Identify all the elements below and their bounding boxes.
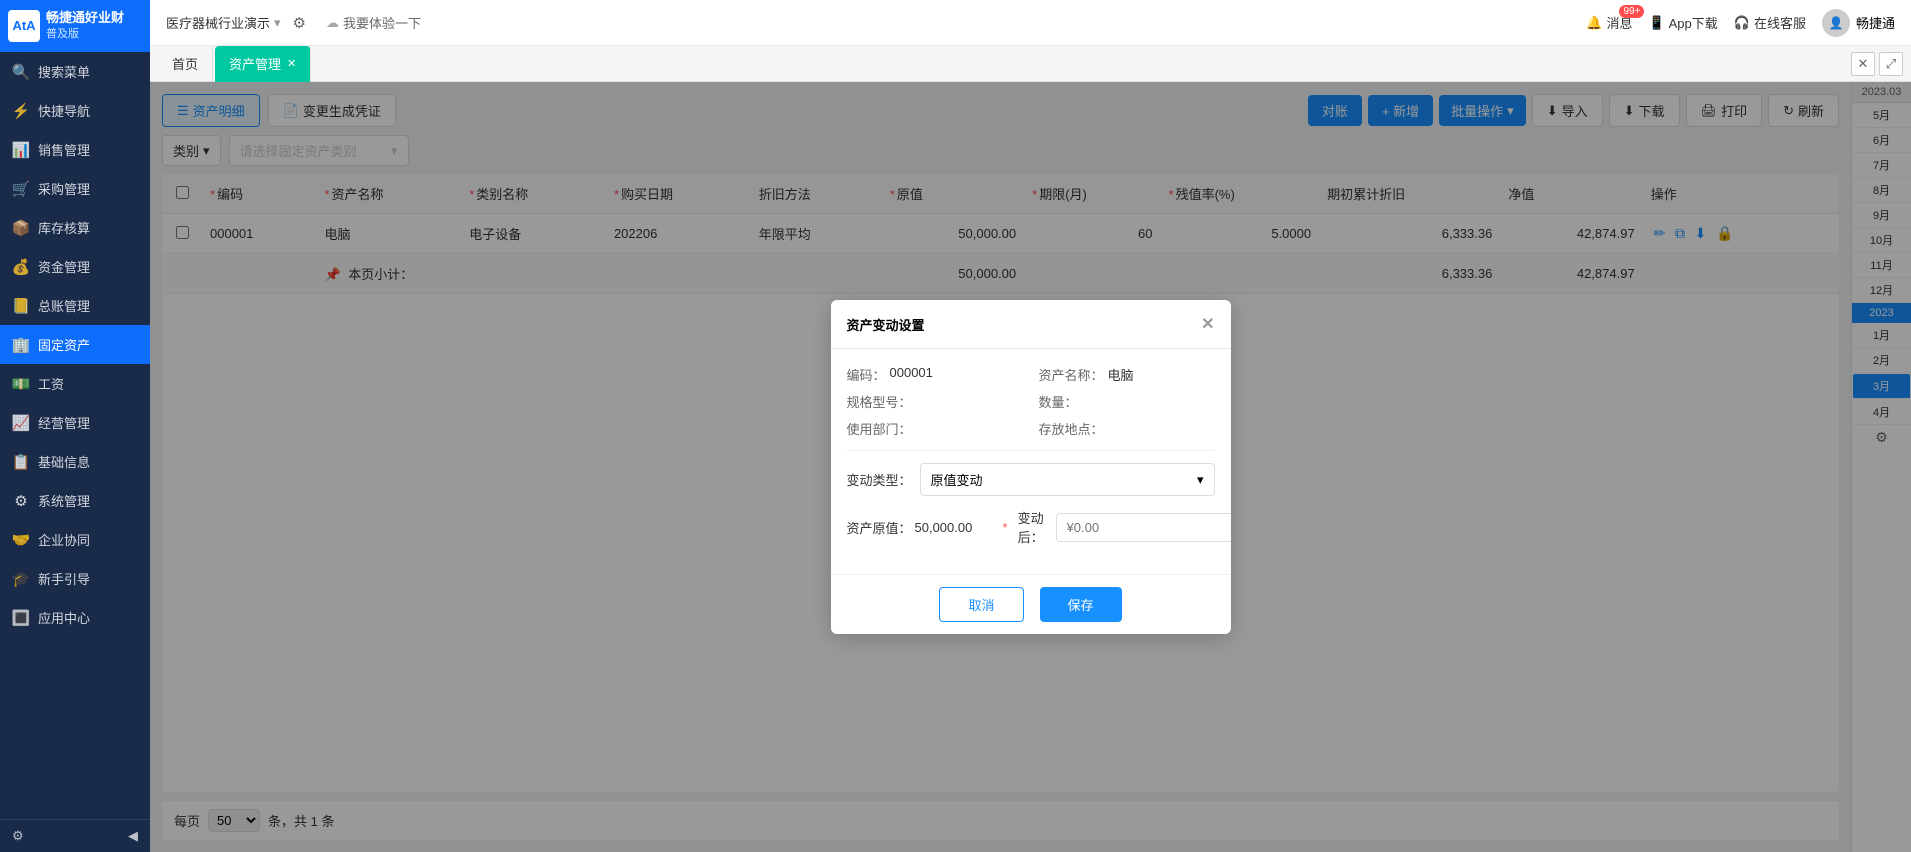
search-icon: 🔍 xyxy=(12,63,30,81)
username: 畅捷通 xyxy=(1856,13,1895,32)
sidebar-item-basic-info[interactable]: 📋 基础信息 xyxy=(0,442,150,481)
company-title: 医疗器械行业演示 ▾ xyxy=(166,13,281,32)
sidebar-scroll: 🔍 搜索菜单 ⚡ 快捷导航 📊 销售管理 🛒 采购管理 📦 库存核算 💰 资金管… xyxy=(0,52,150,819)
sidebar-item-purchase[interactable]: 🛒 采购管理 xyxy=(0,169,150,208)
change-type-select[interactable]: 原值变动 ▾ xyxy=(920,463,1215,496)
company-name: 医疗器械行业演示 xyxy=(166,13,270,32)
after-change-input[interactable] xyxy=(1056,513,1231,542)
notification-item[interactable]: 🔔 消息 99+ xyxy=(1586,13,1632,32)
topbar-right: 🔔 消息 99+ 📱 App下载 🎧 在线客服 👤 畅捷通 xyxy=(1586,9,1895,37)
sidebar-item-ledger[interactable]: 📒 总账管理 xyxy=(0,286,150,325)
tab-home[interactable]: 首页 xyxy=(158,46,213,82)
dialog-spec: 规格型号： xyxy=(847,392,1023,411)
change-type-value: 原值变动 xyxy=(931,470,983,489)
asset-value-display: 50,000.00 xyxy=(915,520,995,535)
app-download-item[interactable]: 📱 App下载 xyxy=(1648,13,1717,32)
dialog-body: 编码： 000001 资产名称： 电脑 规格型号： 数量： xyxy=(831,349,1231,574)
content-area: ☰ 资产明细 📄 变更生成凭证 对账 + 新增 批量操作 ▾ xyxy=(150,82,1911,852)
system-icon: ⚙ xyxy=(12,492,30,510)
experience-area: ☁ 我要体验一下 xyxy=(326,13,421,32)
sidebar: AtA 畅捷通好业财 普及版 🔍 搜索菜单 ⚡ 快捷导航 📊 销售管理 🛒 采购… xyxy=(0,0,150,852)
tabbar-controls: ✕ ⤢ xyxy=(1851,52,1911,76)
experience-icon: ☁ xyxy=(326,15,339,31)
sidebar-item-system[interactable]: ⚙ 系统管理 xyxy=(0,481,150,520)
tab-close-btn[interactable]: ✕ xyxy=(1851,52,1875,76)
customer-service-icon: 🎧 xyxy=(1734,15,1750,31)
enterprise-icon: 🤝 xyxy=(12,531,30,549)
dialog-location: 存放地点： xyxy=(1039,419,1215,438)
operations-icon: 📈 xyxy=(12,414,30,432)
change-type-label: 变动类型： xyxy=(847,470,912,489)
tab-close-icon[interactable]: ✕ xyxy=(287,57,296,70)
main-area: 医疗器械行业演示 ▾ ⚙ ☁ 我要体验一下 🔔 消息 99+ 📱 App下载 🎧… xyxy=(150,0,1911,852)
cancel-button[interactable]: 取消 xyxy=(939,587,1023,622)
topbar: 医疗器械行业演示 ▾ ⚙ ☁ 我要体验一下 🔔 消息 99+ 📱 App下载 🎧… xyxy=(150,0,1911,46)
dialog-close-button[interactable]: ✕ xyxy=(1201,314,1214,334)
inventory-icon: 📦 xyxy=(12,219,30,237)
dropdown-icon[interactable]: ▾ xyxy=(274,15,281,31)
notification-badge: 99+ xyxy=(1619,5,1644,18)
salary-icon: 💵 xyxy=(12,375,30,393)
ledger-icon: 📒 xyxy=(12,297,30,315)
dialog-code: 编码： 000001 xyxy=(847,365,1023,384)
app-center-icon: 🔳 xyxy=(12,609,30,627)
sidebar-item-search[interactable]: 🔍 搜索菜单 xyxy=(0,52,150,91)
sidebar-item-salary[interactable]: 💵 工资 xyxy=(0,364,150,403)
sidebar-item-enterprise[interactable]: 🤝 企业协同 xyxy=(0,520,150,559)
basic-info-icon: 📋 xyxy=(12,453,30,471)
customer-service-label: 在线客服 xyxy=(1754,13,1806,32)
sidebar-bottom: ⚙ ◀ xyxy=(0,819,150,852)
sidebar-item-operations[interactable]: 📈 经营管理 xyxy=(0,403,150,442)
asset-value-row: 资产原值： 50,000.00 * 变动后： xyxy=(847,508,1215,546)
change-type-row: 变动类型： 原值变动 ▾ xyxy=(847,463,1215,496)
dialog-quantity: 数量： xyxy=(1039,392,1215,411)
logo-text: 畅捷通好业财 xyxy=(46,10,124,27)
fixed-assets-icon: 🏢 xyxy=(12,336,30,354)
app-download-label: App下载 xyxy=(1669,13,1718,32)
user-area[interactable]: 👤 畅捷通 xyxy=(1822,9,1895,37)
notification-icon: 🔔 xyxy=(1586,15,1602,31)
tabbar: 首页 资产管理 ✕ ✕ ⤢ xyxy=(150,46,1911,82)
customer-service-item[interactable]: 🎧 在线客服 xyxy=(1734,13,1806,32)
sidebar-logo: AtA 畅捷通好业财 普及版 xyxy=(0,0,150,52)
guide-icon: 🎓 xyxy=(12,570,30,588)
dialog-footer: 取消 保存 xyxy=(831,574,1231,634)
save-button[interactable]: 保存 xyxy=(1040,587,1122,622)
dialog: 资产变动设置 ✕ 编码： 000001 资产名称： 电脑 xyxy=(831,300,1231,634)
sidebar-item-fixed-assets[interactable]: 🏢 固定资产 xyxy=(0,325,150,364)
dialog-asset-name: 资产名称： 电脑 xyxy=(1039,365,1215,384)
dialog-dept: 使用部门： xyxy=(847,419,1023,438)
sidebar-item-guide[interactable]: 🎓 新手引导 xyxy=(0,559,150,598)
logo-icon: AtA xyxy=(8,10,40,42)
tab-asset-mgmt[interactable]: 资产管理 ✕ xyxy=(215,46,311,82)
tab-expand-btn[interactable]: ⤢ xyxy=(1879,52,1903,76)
quick-nav-icon: ⚡ xyxy=(12,102,30,120)
download-icon: 📱 xyxy=(1648,15,1664,31)
settings-icon[interactable]: ⚙ xyxy=(12,828,24,844)
avatar: 👤 xyxy=(1822,9,1850,37)
after-change-label: 变动后： xyxy=(1018,508,1044,546)
sidebar-item-finance[interactable]: 💰 资金管理 xyxy=(0,247,150,286)
sidebar-item-sales[interactable]: 📊 销售管理 xyxy=(0,130,150,169)
sidebar-item-label: 搜索菜单 xyxy=(38,62,90,81)
tab-home-label: 首页 xyxy=(172,54,198,73)
purchase-icon: 🛒 xyxy=(12,180,30,198)
asset-value-label: 资产原值： xyxy=(847,518,907,537)
sidebar-item-quick-nav[interactable]: ⚡ 快捷导航 xyxy=(0,91,150,130)
tab-asset-mgmt-label: 资产管理 xyxy=(229,54,281,73)
select-dropdown-icon: ▾ xyxy=(1197,472,1204,488)
experience-text[interactable]: 我要体验一下 xyxy=(343,13,421,32)
finance-icon: 💰 xyxy=(12,258,30,276)
sidebar-item-app-center[interactable]: 🔳 应用中心 xyxy=(0,598,150,637)
settings-icon[interactable]: ⚙ xyxy=(293,14,306,32)
required-mark: * xyxy=(1003,520,1008,535)
collapse-icon[interactable]: ◀ xyxy=(128,828,138,844)
sidebar-item-inventory[interactable]: 📦 库存核算 xyxy=(0,208,150,247)
modal-overlay: 资产变动设置 ✕ 编码： 000001 资产名称： 电脑 xyxy=(150,82,1911,852)
sales-icon: 📊 xyxy=(12,141,30,159)
dialog-title: 资产变动设置 xyxy=(847,315,925,334)
logo-edition: 普及版 xyxy=(46,27,124,41)
dialog-header: 资产变动设置 ✕ xyxy=(831,300,1231,349)
dialog-info-grid: 编码： 000001 资产名称： 电脑 规格型号： 数量： xyxy=(847,365,1215,451)
